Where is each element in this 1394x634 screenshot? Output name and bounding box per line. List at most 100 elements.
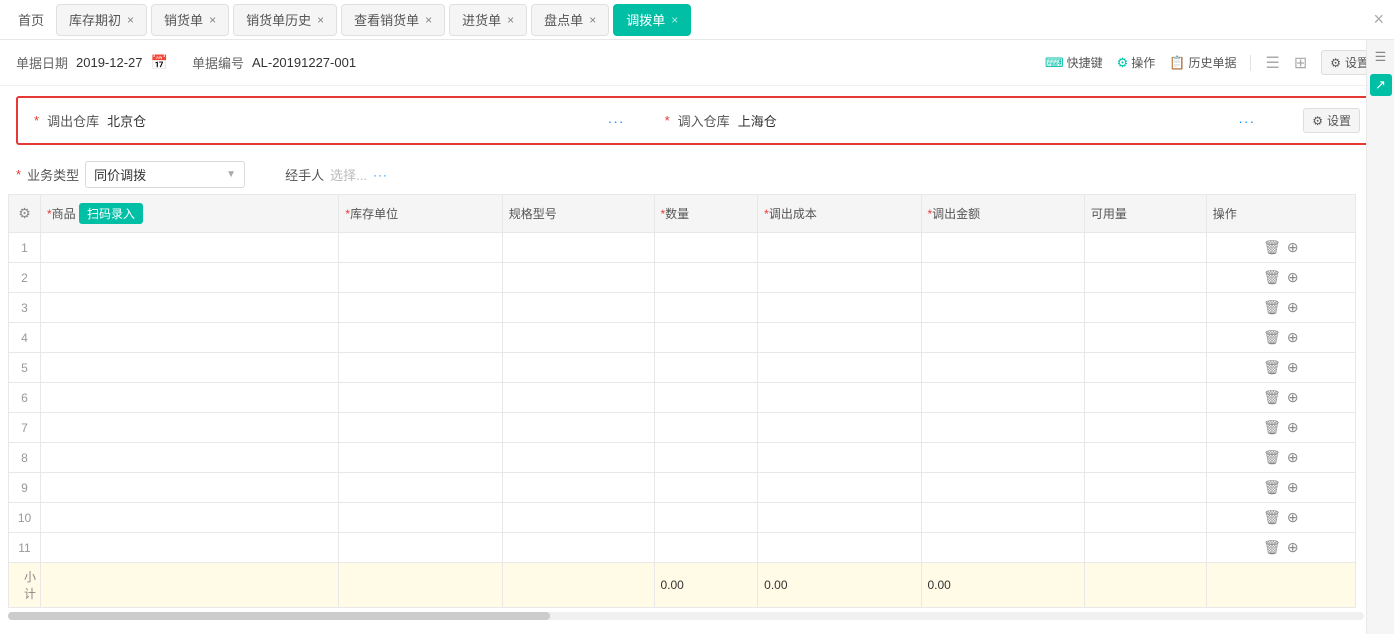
copy-row-icon[interactable]: ⊕ <box>1287 389 1299 406</box>
scan-input-btn[interactable]: 扫码录入 <box>79 203 143 224</box>
delete-row-icon[interactable]: 🗑 <box>1263 269 1281 286</box>
warehouse-settings-icon: ⚙ <box>1312 114 1323 128</box>
cell-amount <box>921 503 1084 533</box>
close-tab-view-sales[interactable]: × <box>425 13 432 27</box>
subtotal-spec <box>502 563 654 608</box>
delete-row-icon[interactable]: 🗑 <box>1263 419 1281 436</box>
delete-row-icon[interactable]: 🗑 <box>1263 359 1281 376</box>
cell-quantity <box>654 413 758 443</box>
history-btn[interactable]: 📋 历史单据 <box>1169 54 1236 71</box>
copy-row-icon[interactable]: ⊕ <box>1287 359 1299 376</box>
col-op: 操作 <box>1206 195 1355 233</box>
delete-row-icon[interactable]: 🗑 <box>1263 539 1281 556</box>
cell-product[interactable] <box>41 293 339 323</box>
cell-unit <box>339 263 502 293</box>
close-tab-transfer-order[interactable]: × <box>671 13 678 27</box>
cell-quantity <box>654 233 758 263</box>
cell-available <box>1084 503 1206 533</box>
out-warehouse-more-btn[interactable]: ··· <box>608 113 625 129</box>
copy-row-icon[interactable]: ⊕ <box>1287 449 1299 466</box>
cell-cost <box>758 323 921 353</box>
cell-product[interactable] <box>41 263 339 293</box>
delete-row-icon[interactable]: 🗑 <box>1263 239 1281 256</box>
close-tab-inventory-check[interactable]: × <box>589 13 596 27</box>
person-select[interactable]: 选择... <box>330 165 367 184</box>
layout-icon-2[interactable]: ⊞ <box>1294 53 1307 73</box>
cell-product[interactable] <box>41 503 339 533</box>
delete-row-icon[interactable]: 🗑 <box>1263 479 1281 496</box>
shortcut-btn[interactable]: ⌨ 快捷键 <box>1045 54 1103 71</box>
copy-row-icon[interactable]: ⊕ <box>1287 269 1299 286</box>
copy-row-icon[interactable]: ⊕ <box>1287 509 1299 526</box>
delete-row-icon[interactable]: 🗑 <box>1263 299 1281 316</box>
cell-product[interactable] <box>41 473 339 503</box>
table-row: 8 🗑 ⊕ <box>9 443 1356 473</box>
copy-row-icon[interactable]: ⊕ <box>1287 479 1299 496</box>
cell-spec <box>502 293 654 323</box>
cell-product[interactable] <box>41 383 339 413</box>
person-more-btn[interactable]: ··· <box>373 168 388 182</box>
cell-cost <box>758 533 921 563</box>
cell-product[interactable] <box>41 323 339 353</box>
sidebar-list-icon[interactable]: ☰ <box>1370 46 1392 68</box>
cell-available <box>1084 383 1206 413</box>
cell-amount <box>921 473 1084 503</box>
business-type-label: 业务类型 <box>27 165 79 184</box>
copy-row-icon[interactable]: ⊕ <box>1287 299 1299 316</box>
sidebar-export-icon[interactable]: ↗ <box>1370 74 1392 96</box>
copy-row-icon[interactable]: ⊕ <box>1287 419 1299 436</box>
cell-available <box>1084 473 1206 503</box>
cell-product[interactable] <box>41 233 339 263</box>
close-tab-purchase-order[interactable]: × <box>507 13 514 27</box>
delete-row-icon[interactable]: 🗑 <box>1263 389 1281 406</box>
close-window-icon[interactable]: × <box>1373 9 1384 30</box>
delete-row-icon[interactable]: 🗑 <box>1263 329 1281 346</box>
layout-icon-1[interactable]: ☰ <box>1265 53 1279 73</box>
cell-product[interactable] <box>41 413 339 443</box>
in-warehouse-required: * <box>665 113 670 128</box>
cell-product[interactable] <box>41 443 339 473</box>
tab-sales-history[interactable]: 销货单历史 × <box>233 4 337 36</box>
cell-spec <box>502 413 654 443</box>
delete-row-icon[interactable]: 🗑 <box>1263 509 1281 526</box>
cell-product[interactable] <box>41 533 339 563</box>
tab-purchase-order[interactable]: 进货单 × <box>449 4 527 36</box>
row-num: 9 <box>9 473 41 503</box>
cell-spec <box>502 503 654 533</box>
settings-icon: ⚙ <box>1330 56 1341 70</box>
close-tab-sales-order[interactable]: × <box>209 13 216 27</box>
calendar-icon[interactable]: 📅 <box>151 54 168 71</box>
close-tab-sales-history[interactable]: × <box>317 13 324 27</box>
row-num: 6 <box>9 383 41 413</box>
person-label: 经手人 <box>285 165 324 184</box>
tab-sales-order[interactable]: 销货单 × <box>151 4 229 36</box>
cell-spec <box>502 323 654 353</box>
table-gear-icon[interactable]: ⚙ <box>18 205 31 221</box>
cell-spec <box>502 443 654 473</box>
cell-quantity <box>654 263 758 293</box>
copy-row-icon[interactable]: ⊕ <box>1287 539 1299 556</box>
tab-transfer-order[interactable]: 调拨单 × <box>613 4 691 36</box>
cell-spec <box>502 353 654 383</box>
horizontal-scrollbar[interactable] <box>8 612 1364 620</box>
cell-product[interactable] <box>41 353 339 383</box>
tab-home[interactable]: 首页 <box>10 10 52 29</box>
cell-unit <box>339 533 502 563</box>
delete-row-icon[interactable]: 🗑 <box>1263 449 1281 466</box>
in-warehouse-more-btn[interactable]: ··· <box>1238 113 1255 129</box>
tab-view-sales[interactable]: 查看销货单 × <box>341 4 445 36</box>
col-unit: *库存单位 <box>339 195 502 233</box>
tab-inventory-check[interactable]: 盘点单 × <box>531 4 609 36</box>
close-tab-inventory-init[interactable]: × <box>127 13 134 27</box>
tab-inventory-init[interactable]: 库存期初 × <box>56 4 147 36</box>
subtotal-row: 小计 0.00 0.00 0.00 <box>9 563 1356 608</box>
warehouse-settings-btn[interactable]: ⚙ 设置 <box>1303 108 1360 133</box>
date-value: 2019-12-27 <box>76 55 143 70</box>
copy-row-icon[interactable]: ⊕ <box>1287 329 1299 346</box>
number-field: 单据编号 AL-20191227-001 <box>192 53 356 72</box>
row-num: 1 <box>9 233 41 263</box>
copy-row-icon[interactable]: ⊕ <box>1287 239 1299 256</box>
cell-available <box>1084 353 1206 383</box>
business-type-select[interactable]: 同价调拨 ▼ <box>85 161 245 188</box>
operation-btn[interactable]: ⚙ 操作 <box>1117 54 1156 71</box>
